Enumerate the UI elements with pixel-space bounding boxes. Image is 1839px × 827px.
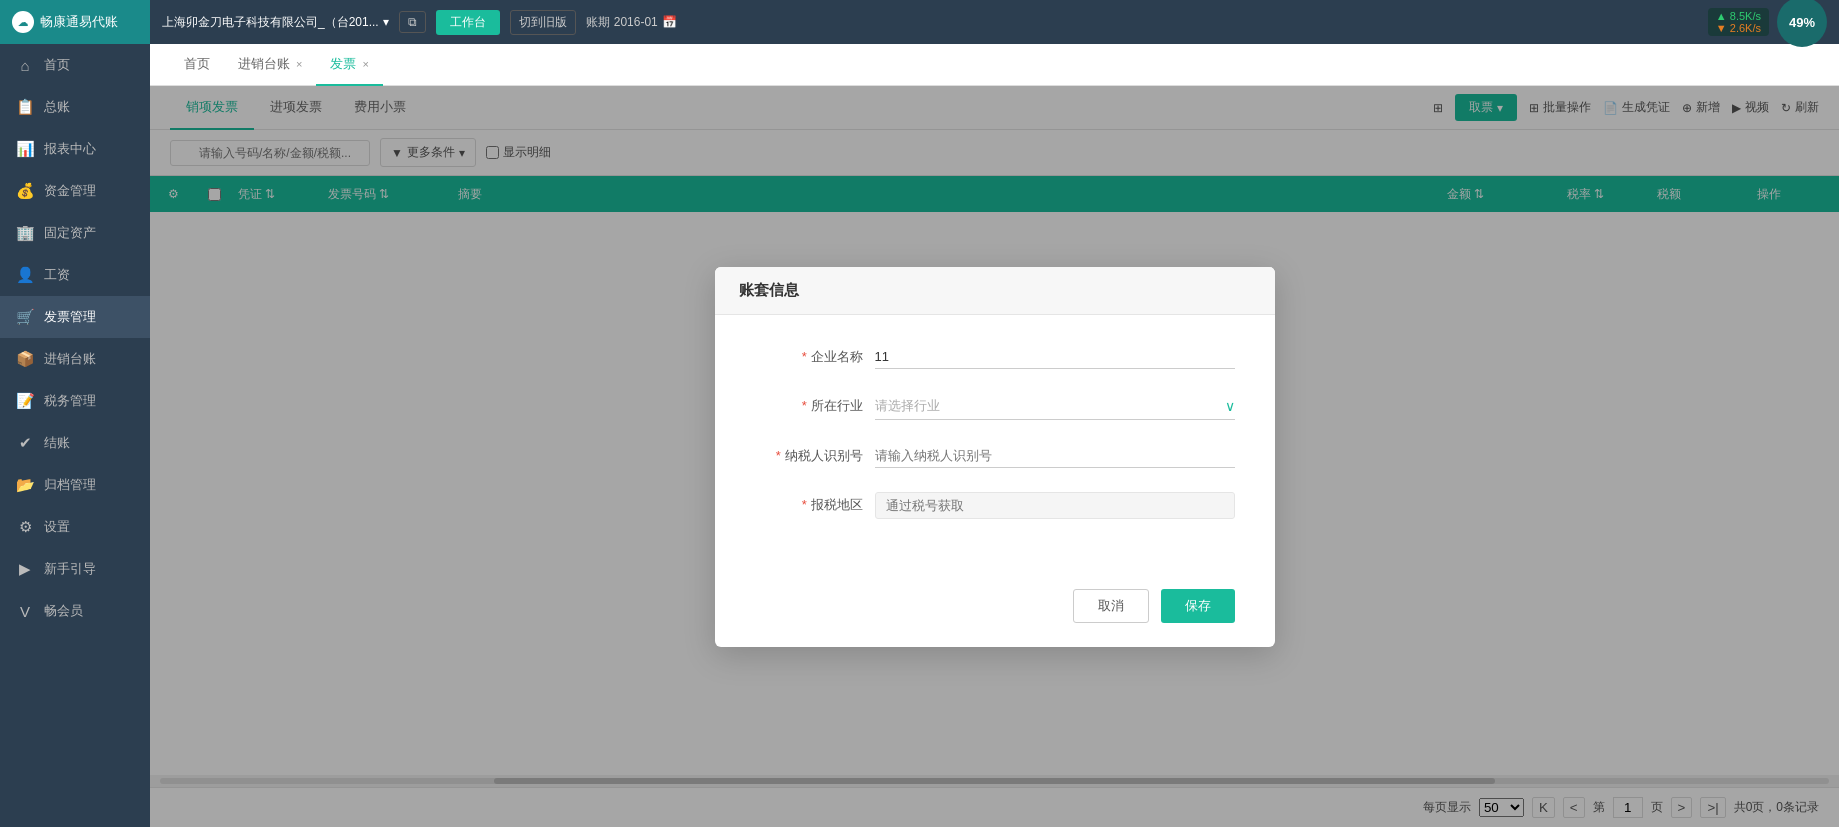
sidebar-item-guide[interactable]: ▶ 新手引导 — [0, 548, 150, 590]
archive-icon: 📂 — [16, 476, 34, 494]
industry-select[interactable]: 请选择行业 ∨ — [875, 393, 1235, 420]
form-row-tax-region: * 报税地区 — [755, 492, 1235, 519]
tab-invoice[interactable]: 发票 × — [316, 44, 382, 86]
inner-page: 销项发票 进项发票 费用小票 ⊞ 取票 ▾ ⊞ 批量操作 — [150, 86, 1839, 827]
app-name: 畅康通易代账 — [40, 13, 118, 31]
sidebar-item-home[interactable]: ⌂ 首页 — [0, 44, 150, 86]
speed-indicator: 49% — [1777, 0, 1827, 47]
purchase-icon: 📦 — [16, 350, 34, 368]
period-display: 账期 2016-01 📅 — [586, 14, 677, 31]
speed-down: ▼ 2.6K/s — [1716, 22, 1761, 34]
sidebar-item-reports[interactable]: 📊 报表中心 — [0, 128, 150, 170]
tax-icon: 📝 — [16, 392, 34, 410]
save-button[interactable]: 保存 — [1161, 589, 1235, 623]
sidebar-item-purchase[interactable]: 📦 进销台账 — [0, 338, 150, 380]
main-area: 上海卯金刀电子科技有限公司_（台201... ▾ ⧉ 工作台 切到旧版 账期 2… — [150, 0, 1839, 827]
sidebar-item-label: 税务管理 — [44, 392, 96, 410]
sidebar: ☁ 畅康通易代账 ⌂ 首页 📋 总账 📊 报表中心 💰 资金管理 🏢 固定资产 … — [0, 0, 150, 827]
modal-overlay: 账套信息 * 企业名称 * 所在行 — [150, 86, 1839, 827]
sidebar-item-fund[interactable]: 💰 资金管理 — [0, 170, 150, 212]
company-dropdown-icon: ▾ — [383, 15, 389, 29]
sidebar-item-label: 资金管理 — [44, 182, 96, 200]
industry-dropdown-icon: ∨ — [1225, 398, 1235, 414]
sidebar-item-label: 结账 — [44, 434, 70, 452]
sidebar-item-salary[interactable]: 👤 工资 — [0, 254, 150, 296]
sidebar-item-label: 工资 — [44, 266, 70, 284]
reports-icon: 📊 — [16, 140, 34, 158]
workbench-button[interactable]: 工作台 — [436, 10, 500, 35]
sidebar-item-archive[interactable]: 📂 归档管理 — [0, 464, 150, 506]
dialog-title: 账套信息 — [715, 267, 1275, 315]
copy-button[interactable]: ⧉ — [399, 11, 426, 33]
sidebar-item-label: 归档管理 — [44, 476, 96, 494]
guide-icon: ▶ — [16, 560, 34, 578]
sidebar-item-ledger[interactable]: 📋 总账 — [0, 86, 150, 128]
dialog-body: * 企业名称 * 所在行业 请选择行业 ∨ — [715, 315, 1275, 573]
sidebar-item-fixed[interactable]: 🏢 固定资产 — [0, 212, 150, 254]
account-info-dialog: 账套信息 * 企业名称 * 所在行 — [715, 267, 1275, 647]
industry-label: * 所在行业 — [755, 397, 875, 415]
sidebar-item-label: 发票管理 — [44, 308, 96, 326]
fixed-icon: 🏢 — [16, 224, 34, 242]
logo-icon: ☁ — [12, 11, 34, 33]
period-value: 2016-01 — [614, 15, 658, 29]
sidebar-item-label: 报表中心 — [44, 140, 96, 158]
sidebar-item-label: 设置 — [44, 518, 70, 536]
speed-box: ▲ 8.5K/s ▼ 2.6K/s — [1708, 8, 1769, 36]
settings-icon: ⚙ — [16, 518, 34, 536]
sidebar-item-label: 首页 — [44, 56, 70, 74]
salary-icon: 👤 — [16, 266, 34, 284]
tax-region-input — [875, 492, 1235, 519]
dialog-footer: 取消 保存 — [715, 573, 1275, 647]
company-label: * 企业名称 — [755, 348, 875, 366]
industry-placeholder: 请选择行业 — [875, 397, 1225, 415]
tax-id-label: * 纳税人识别号 — [755, 447, 875, 465]
content-tabs: 首页 进销台账 × 发票 × — [150, 44, 1839, 86]
tax-region-label: * 报税地区 — [755, 496, 875, 514]
period-label: 账期 — [586, 14, 610, 31]
sidebar-item-settings[interactable]: ⚙ 设置 — [0, 506, 150, 548]
sidebar-item-label: 固定资产 — [44, 224, 96, 242]
sidebar-item-label: 总账 — [44, 98, 70, 116]
tab-close-invoice[interactable]: × — [362, 58, 368, 70]
tax-id-input[interactable] — [875, 444, 1235, 468]
form-row-company: * 企业名称 — [755, 345, 1235, 369]
speed-up: ▲ 8.5K/s — [1716, 10, 1761, 22]
sidebar-item-label: 进销台账 — [44, 350, 96, 368]
ledger-icon: 📋 — [16, 98, 34, 116]
company-name-input[interactable] — [875, 345, 1235, 369]
invoice-icon: 🛒 — [16, 308, 34, 326]
tab-purchase[interactable]: 进销台账 × — [224, 44, 316, 86]
sidebar-item-close[interactable]: ✔ 结账 — [0, 422, 150, 464]
sidebar-item-tax[interactable]: 📝 税务管理 — [0, 380, 150, 422]
calendar-icon: 📅 — [662, 15, 677, 29]
form-row-tax-id: * 纳税人识别号 — [755, 444, 1235, 468]
fund-icon: 💰 — [16, 182, 34, 200]
cancel-button[interactable]: 取消 — [1073, 589, 1149, 623]
sidebar-item-label: 畅会员 — [44, 602, 83, 620]
switch-old-button[interactable]: 切到旧版 — [510, 10, 576, 35]
company-name: 上海卯金刀电子科技有限公司_（台201... — [162, 14, 379, 31]
company-selector[interactable]: 上海卯金刀电子科技有限公司_（台201... ▾ — [162, 14, 389, 31]
member-icon: V — [16, 603, 34, 620]
sidebar-item-invoice[interactable]: 🛒 发票管理 — [0, 296, 150, 338]
tab-close-purchase[interactable]: × — [296, 58, 302, 70]
form-row-industry: * 所在行业 请选择行业 ∨ — [755, 393, 1235, 420]
sidebar-item-member[interactable]: V 畅会员 — [0, 590, 150, 632]
sidebar-item-label: 新手引导 — [44, 560, 96, 578]
app-logo: ☁ 畅康通易代账 — [0, 0, 150, 44]
topbar: 上海卯金刀电子科技有限公司_（台201... ▾ ⧉ 工作台 切到旧版 账期 2… — [150, 0, 1839, 44]
topbar-right: ▲ 8.5K/s ▼ 2.6K/s 49% — [1708, 0, 1827, 47]
tab-home[interactable]: 首页 — [170, 44, 224, 86]
home-icon: ⌂ — [16, 57, 34, 74]
close-period-icon: ✔ — [16, 434, 34, 452]
